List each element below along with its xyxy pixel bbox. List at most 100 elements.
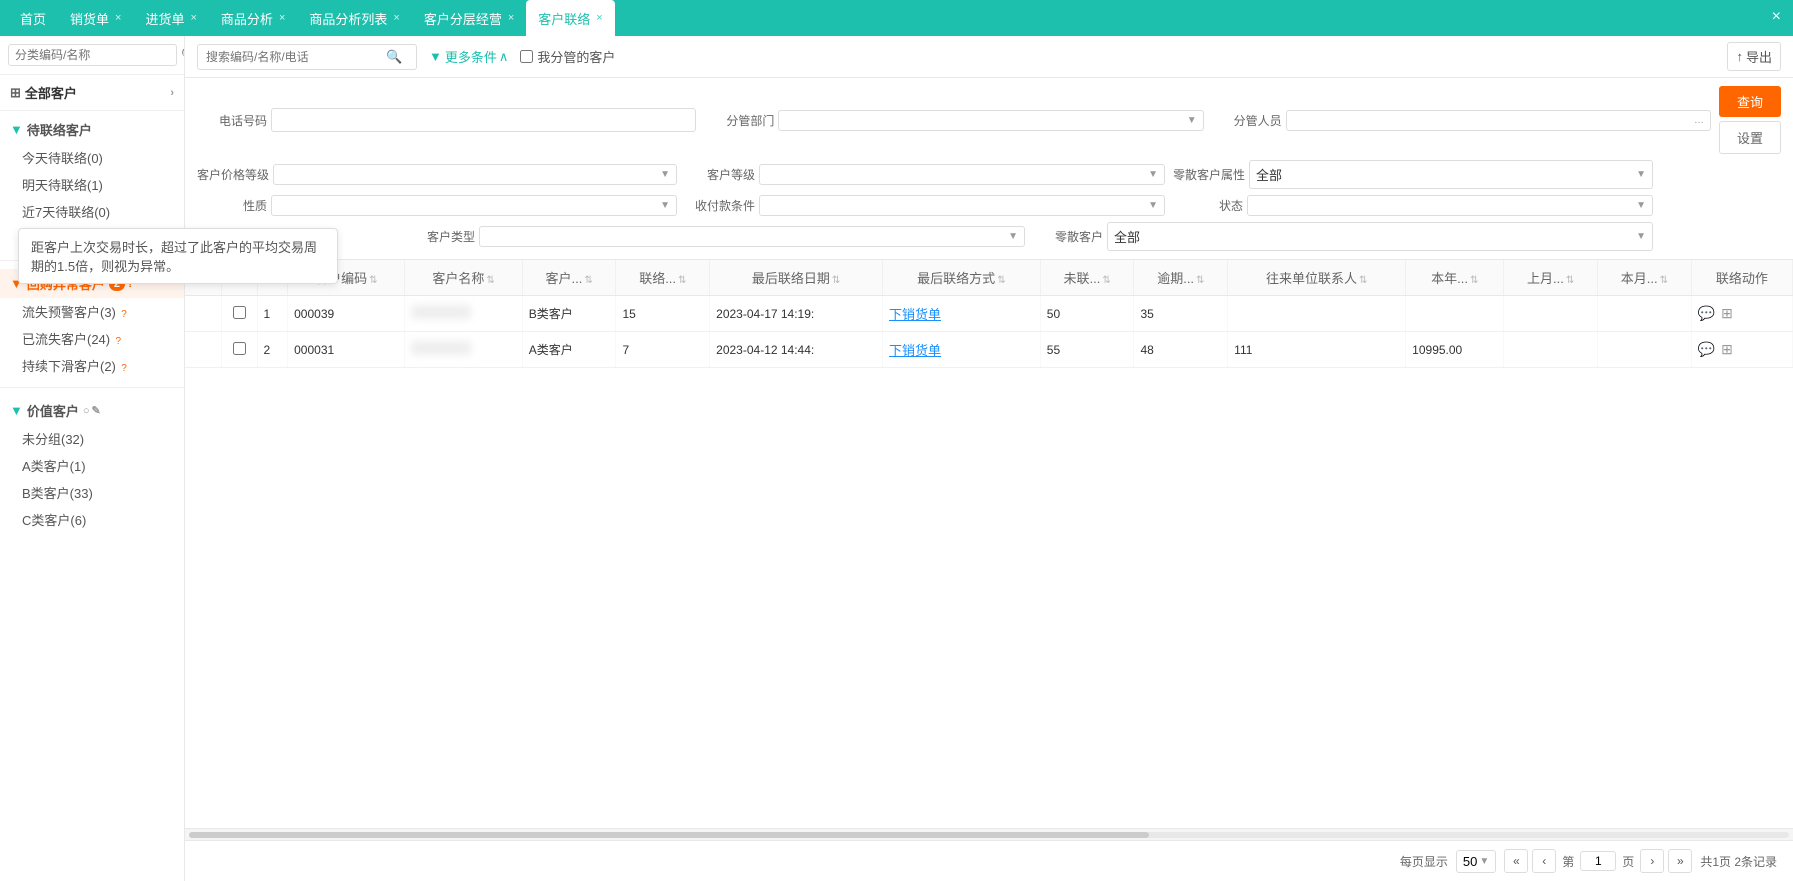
close-sales-order-icon[interactable]: × [115,12,121,24]
value-customer-title[interactable]: ▼ 价值客户 ○ ✎ [0,396,184,425]
customer-type-select[interactable]: ▼ [479,226,1025,247]
row1-select[interactable] [233,306,246,319]
edit-icon2[interactable]: ✎ [92,404,101,417]
week-contact-item[interactable]: 近7天待联络(0) [0,198,184,225]
main-search-input[interactable] [206,50,386,64]
tomorrow-contact-item[interactable]: 明天待联络(1) [0,171,184,198]
close-customer-contact-icon[interactable]: × [596,12,602,24]
row1-last-method[interactable]: 下销货单 [883,296,1041,332]
first-page-button[interactable]: « [1504,849,1528,873]
horizontal-scrollbar[interactable] [185,828,1793,840]
arrow-icon-val: ▼ [10,403,23,418]
already-lost-item[interactable]: 已流失客户(24) ? [0,325,184,352]
row2-contact: 7 [616,332,710,368]
th-contact: 联络...⇅ [616,260,710,296]
row1-method-link[interactable]: 下销货单 [889,307,941,322]
close-purchase-order-icon[interactable]: × [190,12,196,24]
row2-last-method[interactable]: 下销货单 [883,332,1041,368]
row1-more-icon[interactable]: ⊞ [1721,305,1733,322]
row2-last-date: 2023-04-12 14:44: [710,332,883,368]
export-button[interactable]: ↑ 导出 [1727,42,1781,71]
sort-unreached-icon[interactable]: ⇅ [1102,275,1110,286]
query-button[interactable]: 查询 [1719,86,1781,117]
all-customers-item[interactable]: ⊞ 全部客户 › [0,75,184,111]
row2-select[interactable] [233,342,246,355]
phone-input[interactable] [271,108,696,132]
payment-filter: 收付款条件 ▼ [685,195,1165,216]
tab-customer-contact[interactable]: 客户联络 × [526,0,614,36]
filter-icon: ▼ [429,49,442,64]
pending-contact-title[interactable]: ▼ 待联络客户 [0,115,184,144]
tab-customer-layered[interactable]: 客户分层经营 × [412,0,526,36]
close-all-tabs-button[interactable]: × [1772,8,1781,26]
dept-filter: 分管部门 ▼ [704,110,1203,131]
sort-cp-icon[interactable]: ⇅ [1359,275,1367,286]
retail-attr-filter: 零散客户属性 全部 ▼ [1173,160,1653,189]
gender-select[interactable]: ▼ [271,195,677,216]
gender-icon: ▼ [660,200,670,211]
row2-method-link[interactable]: 下销货单 [889,343,941,358]
ungroup-item[interactable]: 未分组(32) [0,425,184,452]
page-suffix: 页 [1622,853,1634,870]
row1-chat-icon[interactable]: 💬 [1698,305,1715,322]
customer-level-select[interactable]: ▼ [759,164,1165,185]
retail-attr-select[interactable]: 全部 ▼ [1249,160,1653,189]
row2-more-icon[interactable]: ⊞ [1721,341,1733,358]
tab-purchase-order[interactable]: 进货单 × [133,0,208,36]
prev-page-button[interactable]: ‹ [1532,849,1556,873]
c-class-item[interactable]: C类客户(6) [0,506,184,533]
retail-select[interactable]: 全部 ▼ [1107,222,1653,251]
tab-sales-order[interactable]: 销货单 × [58,0,133,36]
sort-overdue-icon[interactable]: ⇅ [1196,275,1204,286]
collapse-icon[interactable]: › [170,87,174,99]
customer-type-icon: ▼ [1008,231,1018,242]
a-class-item[interactable]: A类客户(1) [0,452,184,479]
warning-icon3: ? [121,363,127,374]
tab-product-analysis-list[interactable]: 商品分析列表 × [297,0,411,36]
retail-attr-icon: ▼ [1636,169,1646,180]
scrollbar-thumb[interactable] [189,832,1149,838]
payment-select[interactable]: ▼ [759,195,1165,216]
next-page-button[interactable]: › [1640,849,1664,873]
page-number-input[interactable] [1580,851,1616,871]
sort-name-icon[interactable]: ⇅ [486,275,494,286]
dept-dropdown-icon: ▼ [1187,115,1197,126]
sort-code-icon[interactable]: ⇅ [369,275,377,286]
sort-contact-icon[interactable]: ⇅ [678,275,686,286]
close-product-analysis-icon[interactable]: × [279,12,285,24]
sort-date-icon[interactable]: ⇅ [832,275,840,286]
row1-this-month [1597,296,1691,332]
price-level-select[interactable]: ▼ [273,164,677,185]
status-filter: 状态 ▼ [1173,195,1653,216]
settings-button[interactable]: 设置 [1719,121,1781,154]
close-product-analysis-list-icon[interactable]: × [393,12,399,24]
sort-lm-icon[interactable]: ⇅ [1566,275,1574,286]
sort-cat-icon[interactable]: ⇅ [584,275,592,286]
close-customer-layered-icon[interactable]: × [508,12,514,24]
my-customers-checkbox[interactable] [520,50,533,63]
today-contact-item[interactable]: 今天待联络(0) [0,144,184,171]
edit-icon[interactable]: ○ [83,405,90,417]
last-page-button[interactable]: » [1668,849,1692,873]
status-select[interactable]: ▼ [1247,195,1653,216]
more-conditions-button[interactable]: ▼ 更多条件 ∧ [429,47,508,66]
sort-method-icon[interactable]: ⇅ [997,275,1005,286]
row2-unreached: 55 [1040,332,1134,368]
b-class-item[interactable]: B类客户(33) [0,479,184,506]
lost-warning-item[interactable]: 流失预警客户(3) ? [0,298,184,325]
category-search-input[interactable] [8,44,177,66]
tab-product-analysis[interactable]: 商品分析 × [209,0,297,36]
search-box: 🔍 [197,44,417,70]
warning-icon2: ? [115,336,121,347]
my-customers-checkbox-area: 我分管的客户 [520,47,615,66]
main-search-icon[interactable]: 🔍 [386,49,402,65]
sort-tm-icon[interactable]: ⇅ [1660,275,1668,286]
sort-ty-icon[interactable]: ⇅ [1470,275,1478,286]
dept-select[interactable]: ▼ [778,110,1203,131]
declining-item[interactable]: 持续下滑客户(2) ? [0,352,184,379]
manager-select[interactable]: … [1286,110,1711,131]
tab-home[interactable]: 首页 [8,0,58,36]
row2-chat-icon[interactable]: 💬 [1698,341,1715,358]
per-page-select[interactable]: 50 ▼ [1456,850,1496,873]
filter-row-4: … 客户类型 ▼ 零散客户 全部 ▼ [197,222,1781,251]
